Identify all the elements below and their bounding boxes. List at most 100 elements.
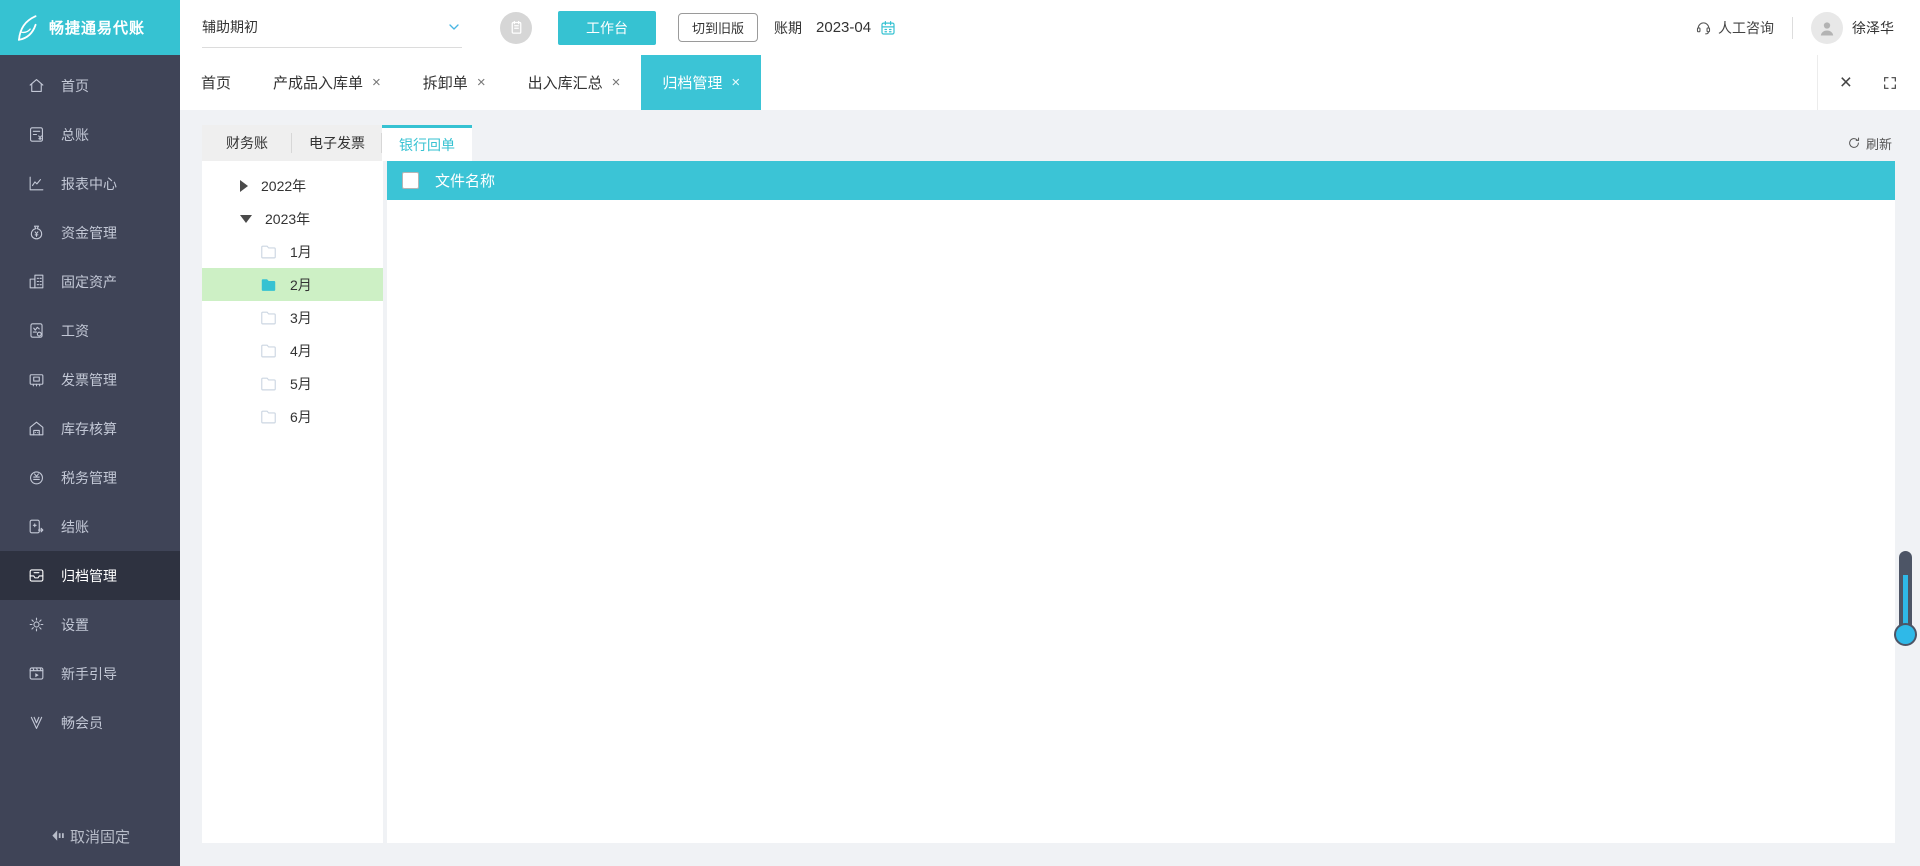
sidebar-item-label: 新手引导 bbox=[61, 665, 117, 682]
expand-triangle-icon[interactable] bbox=[240, 214, 252, 223]
tabbar-tools: × bbox=[1816, 55, 1920, 110]
subtab-e-invoice[interactable]: 电子发票 bbox=[292, 125, 382, 161]
support-button[interactable]: 人工咨询 bbox=[1695, 18, 1774, 38]
invoice-icon bbox=[27, 370, 46, 389]
sidebar-item-label: 总账 bbox=[61, 126, 89, 143]
inventory-icon bbox=[27, 419, 46, 438]
account-period-label: 账期 bbox=[774, 19, 803, 36]
sidebar-item-label: 税务管理 bbox=[61, 469, 117, 486]
sidebar-item-label: 发票管理 bbox=[61, 371, 117, 388]
sidebar-item-label: 设置 bbox=[61, 616, 89, 633]
period-dropdown[interactable]: 辅助期初 bbox=[202, 8, 462, 48]
tab-close-icon[interactable]: × bbox=[372, 75, 381, 90]
folder-icon bbox=[260, 343, 277, 358]
sidebar-item-salary[interactable]: 工资 bbox=[0, 306, 180, 355]
salary-icon bbox=[27, 321, 46, 340]
refresh-button[interactable]: 刷新 bbox=[1847, 125, 1892, 161]
tab-archive-management[interactable]: 归档管理 × bbox=[641, 55, 762, 110]
tree-month-2-selected[interactable]: 2月 bbox=[202, 268, 383, 301]
tree-month-6[interactable]: 6月 bbox=[202, 400, 383, 433]
sidebar-item-label: 报表中心 bbox=[61, 175, 117, 192]
tab-disassembly[interactable]: 拆卸单 × bbox=[402, 55, 507, 110]
sidebar-item-home[interactable]: 首页 bbox=[0, 61, 180, 110]
member-icon bbox=[27, 713, 46, 732]
sidebar-item-inventory[interactable]: 库存核算 bbox=[0, 404, 180, 453]
sidebar-item-label: 首页 bbox=[61, 77, 89, 94]
app-window: 畅捷通易代账 首页 总账 报表中心 资金管理 固定资产 工资 发票管理 库存核算… bbox=[0, 0, 1920, 866]
tree-year-2023[interactable]: 2023年 bbox=[202, 202, 383, 235]
app-title: 畅捷通易代账 bbox=[49, 20, 146, 37]
tab-label: 出入库汇总 bbox=[527, 75, 603, 92]
calendar-picker-button[interactable] bbox=[879, 19, 897, 37]
folder-icon bbox=[260, 310, 277, 325]
column-file-name: 文件名称 bbox=[435, 173, 496, 190]
tree-month-4[interactable]: 4月 bbox=[202, 334, 383, 367]
thermometer-line bbox=[1903, 575, 1908, 629]
fullscreen-icon[interactable] bbox=[1882, 75, 1898, 91]
thermometer-bulb bbox=[1894, 623, 1917, 646]
tab-close-icon[interactable]: × bbox=[731, 75, 740, 90]
unpin-sidebar-button[interactable]: 取消固定 bbox=[0, 806, 180, 866]
tree-month-3[interactable]: 3月 bbox=[202, 301, 383, 334]
sidebar-item-tax[interactable]: 税务管理 bbox=[0, 453, 180, 502]
close-all-tabs-icon[interactable]: × bbox=[1840, 72, 1852, 93]
tree-month-label: 6月 bbox=[290, 408, 312, 425]
guide-icon bbox=[27, 664, 46, 683]
tree-year-2022[interactable]: 2022年 bbox=[202, 169, 383, 202]
folder-icon bbox=[260, 244, 277, 259]
file-list-panel: 文件名称 bbox=[387, 161, 1895, 843]
subtab-bank-receipt[interactable]: 银行回单 bbox=[382, 125, 472, 161]
tree-month-label: 5月 bbox=[290, 375, 312, 392]
sidebar-item-label: 工资 bbox=[61, 322, 89, 339]
sidebar-item-guide[interactable]: 新手引导 bbox=[0, 649, 180, 698]
sidebar-item-report-center[interactable]: 报表中心 bbox=[0, 159, 180, 208]
collapse-triangle-icon[interactable] bbox=[240, 179, 248, 192]
workbench-button[interactable]: 工作台 bbox=[558, 10, 656, 45]
tab-inout-summary[interactable]: 出入库汇总 × bbox=[507, 55, 642, 110]
archive-subtabs: 财务账 电子发票 银行回单 刷新 bbox=[202, 125, 1898, 161]
switch-old-version-button[interactable]: 切到旧版 bbox=[678, 13, 759, 42]
folder-icon bbox=[260, 409, 277, 424]
tree-year-label: 2023年 bbox=[265, 210, 311, 227]
header-divider bbox=[1792, 16, 1793, 39]
tree-month-label: 4月 bbox=[290, 342, 312, 359]
sidebar-item-archive[interactable]: 归档管理 bbox=[0, 551, 180, 600]
tree-month-label: 1月 bbox=[290, 243, 312, 260]
sidebar-item-invoice[interactable]: 发票管理 bbox=[0, 355, 180, 404]
sidebar-item-funds[interactable]: 资金管理 bbox=[0, 208, 180, 257]
topbar-right-group: 人工咨询 徐泽华 bbox=[1695, 11, 1920, 44]
sidebar-item-settings[interactable]: 设置 bbox=[0, 600, 180, 649]
tab-label: 归档管理 bbox=[662, 75, 723, 92]
sidebar-item-label: 归档管理 bbox=[61, 567, 117, 584]
subtab-finance-books[interactable]: 财务账 bbox=[202, 125, 292, 161]
tree-month-5[interactable]: 5月 bbox=[202, 367, 383, 400]
avatar[interactable] bbox=[1811, 11, 1843, 44]
subtab-label: 财务账 bbox=[226, 135, 268, 151]
app-logo: 畅捷通易代账 bbox=[0, 0, 180, 55]
subtab-label: 电子发票 bbox=[309, 135, 365, 151]
archive-panels: 2022年 2023年 1月 2月 3月 4月 5月 6月 文件名称 bbox=[202, 161, 1920, 843]
select-all-checkbox[interactable] bbox=[402, 172, 419, 189]
tax-icon bbox=[27, 468, 46, 487]
tree-month-label: 3月 bbox=[290, 309, 312, 326]
sidebar-item-member[interactable]: 畅会员 bbox=[0, 698, 180, 747]
notepad-button[interactable] bbox=[500, 11, 532, 44]
tab-home[interactable]: 首页 bbox=[180, 55, 252, 110]
home-icon bbox=[27, 76, 46, 95]
file-table-body bbox=[387, 200, 1895, 843]
sidebar-item-general-ledger[interactable]: 总账 bbox=[0, 110, 180, 159]
closing-icon bbox=[27, 517, 46, 536]
ledger-icon bbox=[27, 125, 46, 144]
sidebar-item-fixed-assets[interactable]: 固定资产 bbox=[0, 257, 180, 306]
tab-finished-goods-receipt[interactable]: 产成品入库单 × bbox=[252, 55, 402, 110]
tab-close-icon[interactable]: × bbox=[612, 75, 621, 90]
username[interactable]: 徐泽华 bbox=[1852, 18, 1894, 38]
refresh-icon bbox=[1849, 137, 1860, 148]
sidebar-item-label: 结账 bbox=[61, 518, 89, 535]
sidebar: 畅捷通易代账 首页 总账 报表中心 资金管理 固定资产 工资 发票管理 库存核算… bbox=[0, 0, 180, 866]
refresh-label: 刷新 bbox=[1865, 136, 1892, 152]
thermometer-scroll-widget[interactable] bbox=[1894, 551, 1917, 648]
tab-close-icon[interactable]: × bbox=[477, 75, 486, 90]
sidebar-item-closing[interactable]: 结账 bbox=[0, 502, 180, 551]
tree-month-1[interactable]: 1月 bbox=[202, 235, 383, 268]
